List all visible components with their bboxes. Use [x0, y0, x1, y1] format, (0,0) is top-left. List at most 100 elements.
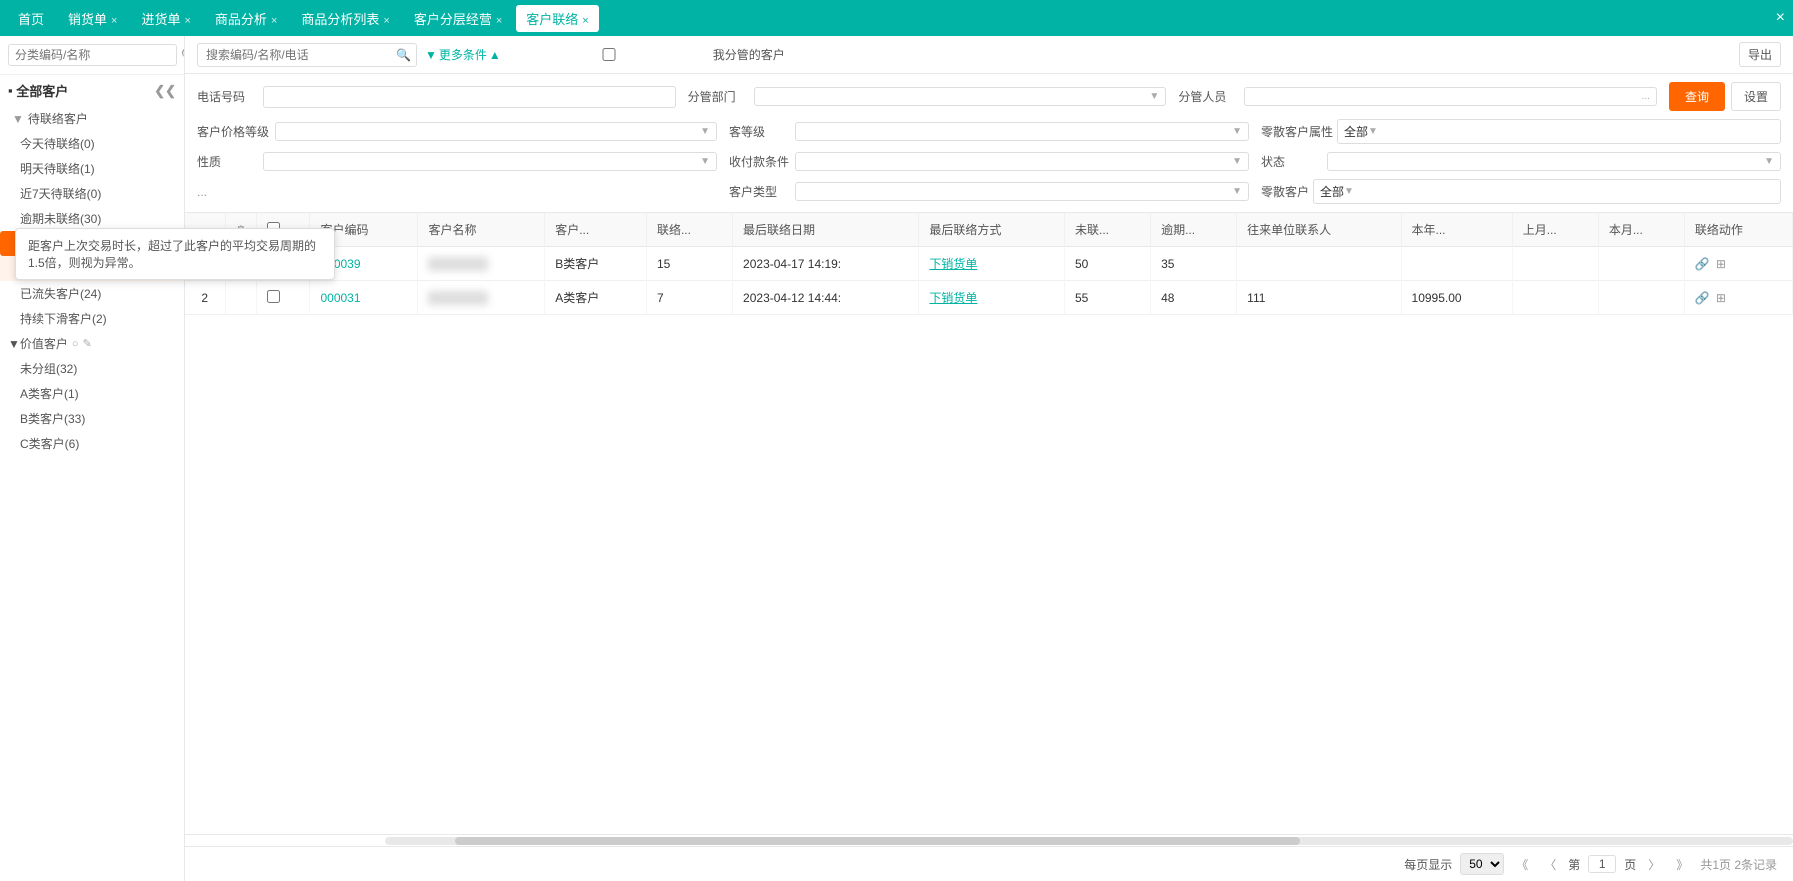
sidebar-item-today[interactable]: 今天待联络(0) [0, 131, 184, 156]
gender-select[interactable]: ▼ [263, 152, 717, 171]
row-last-method[interactable]: 下销货单 [919, 247, 1065, 281]
all-customers-header[interactable]: ▪ 全部客户 ❮❮ [0, 75, 184, 106]
row-actions[interactable]: 🔗 ⊞ [1684, 247, 1792, 281]
col-last-month-header[interactable]: 上月... [1512, 213, 1598, 247]
filter-more-btn-field: ... [197, 185, 717, 199]
last-page-btn[interactable]: 》 [1672, 855, 1692, 874]
phone-input[interactable] [263, 86, 676, 108]
nav-home[interactable]: 首页 [8, 5, 54, 32]
col-name-header[interactable]: 客户名称 [418, 213, 545, 247]
action-link-icon[interactable]: 🔗 [1695, 257, 1710, 271]
col-uncontacted-header[interactable]: 未联... [1064, 213, 1150, 247]
sidebar-item-declining[interactable]: 持续下滑客户(2) [0, 306, 184, 331]
value-group-settings-icon[interactable]: ✎ [83, 337, 92, 350]
status-label: 状态 [1261, 153, 1321, 170]
row-uncontacted: 55 [1064, 281, 1150, 315]
close-customer-contact[interactable]: × [582, 15, 588, 27]
nav-sales-order[interactable]: 销货单× [58, 5, 127, 32]
page-number[interactable]: 1 [1588, 855, 1616, 873]
filter-more-conditions[interactable]: ▼ 更多条件 ▲ [425, 46, 501, 63]
sidebar-item-a-class[interactable]: A类客户(1) [0, 381, 184, 406]
sidebar-item-c-class[interactable]: C类客户(6) [0, 431, 184, 456]
customer-type-chevron: ▼ [1232, 186, 1242, 197]
filter-my-customer[interactable]: 我分管的客户 [509, 46, 785, 63]
collapse-sidebar-icon[interactable]: ❮❮ [154, 83, 176, 99]
sidebar-search-input[interactable] [8, 44, 177, 66]
first-page-btn[interactable]: 《 [1512, 855, 1532, 874]
row-last-month [1512, 247, 1598, 281]
value-group-header[interactable]: ▼ 价值客户 ○ ✎ [0, 331, 184, 356]
row-last-date: 2023-04-12 14:44: [733, 281, 919, 315]
nav-product-analysis[interactable]: 商品分析× [205, 5, 287, 32]
sidebar-item-lost[interactable]: 已流失客户(24) [0, 281, 184, 306]
col-last-date-header[interactable]: 最后联络日期 [733, 213, 919, 247]
row-overdue: 35 [1151, 247, 1237, 281]
sidebar-item-7days[interactable]: 近7天待联络(0) [0, 181, 184, 206]
payment-select[interactable]: ▼ [795, 152, 1249, 171]
my-customer-checkbox[interactable] [509, 48, 709, 61]
per-page-label: 每页显示 [1404, 856, 1452, 873]
col-last-method-header[interactable]: 最后联络方式 [919, 213, 1065, 247]
action-link-icon[interactable]: 🔗 [1695, 291, 1710, 305]
setting-button[interactable]: 设置 [1731, 82, 1781, 111]
query-button[interactable]: 查询 [1669, 82, 1725, 111]
search-submit-icon[interactable]: 🔍 [396, 48, 411, 62]
row-code[interactable]: 000031 [310, 281, 418, 315]
col-this-month-header[interactable]: 本月... [1598, 213, 1684, 247]
row-name[interactable]: ████ [418, 247, 545, 281]
prev-page-btn[interactable]: 〈 [1540, 855, 1560, 874]
next-page-btn[interactable]: 〉 [1644, 855, 1664, 874]
price-level-select[interactable]: ▼ [275, 122, 717, 141]
zero-attr-select[interactable]: 全部 ▼ [1337, 119, 1781, 144]
col-action-header[interactable]: 联络动作 [1684, 213, 1792, 247]
manager-select[interactable]: ... [1244, 87, 1657, 106]
dept-select[interactable]: ▼ [754, 87, 1167, 106]
row-checkbox[interactable] [267, 290, 280, 303]
col-overdue-header[interactable]: 逾期... [1151, 213, 1237, 247]
col-contact-header[interactable]: 联络... [646, 213, 732, 247]
horizontal-scrollbar[interactable] [185, 834, 1793, 846]
nav-customer-tier[interactable]: 客户分层经营× [404, 5, 512, 32]
row-actions[interactable]: 🔗 ⊞ [1684, 281, 1792, 315]
col-company-contact-header[interactable]: 往来单位联系人 [1237, 213, 1401, 247]
page-unit: 页 [1624, 856, 1636, 873]
pending-contact-group[interactable]: ▼ 待联络客户 [0, 106, 184, 131]
col-this-year-header[interactable]: 本年... [1401, 213, 1512, 247]
zero-attr-label: 零散客户属性 [1261, 123, 1333, 140]
filter-zero-customer-field: 零散客户 全部 ▼ [1261, 179, 1781, 204]
nav-purchase-order[interactable]: 进货单× [131, 5, 200, 32]
close-product-analysis-list[interactable]: × [383, 15, 389, 27]
customer-level-select[interactable]: ▼ [795, 122, 1249, 141]
more-btn[interactable]: ... [197, 185, 207, 199]
row-overdue: 48 [1151, 281, 1237, 315]
payment-label: 收付款条件 [729, 153, 789, 170]
close-product-analysis[interactable]: × [271, 15, 277, 27]
per-page-select[interactable]: 50 [1460, 853, 1504, 875]
nav-customer-contact[interactable]: 客户联络× [516, 5, 598, 32]
export-button[interactable]: 导出 [1739, 42, 1781, 67]
row-checkbox-cell[interactable] [257, 281, 310, 315]
action-grid-icon[interactable]: ⊞ [1716, 291, 1726, 305]
search-input[interactable] [197, 43, 417, 67]
price-level-label: 客户价格等级 [197, 123, 269, 140]
close-all-tabs[interactable]: × [1776, 9, 1785, 27]
close-purchase-order[interactable]: × [184, 15, 190, 27]
action-grid-icon[interactable]: ⊞ [1716, 257, 1726, 271]
sidebar-item-b-class[interactable]: B类客户(33) [0, 406, 184, 431]
scrollbar-thumb[interactable] [455, 837, 1300, 845]
zero-customer-select[interactable]: 全部 ▼ [1313, 179, 1781, 204]
zero-customer-value: 全部 [1320, 183, 1344, 200]
sidebar-item-tomorrow[interactable]: 明天待联络(1) [0, 156, 184, 181]
close-sales-order[interactable]: × [111, 15, 117, 27]
nav-product-analysis-list[interactable]: 商品分析列表× [291, 5, 399, 32]
zero-attr-value: 全部 [1344, 123, 1368, 140]
value-group-edit-icon[interactable]: ○ [72, 338, 79, 350]
col-type-header[interactable]: 客户... [545, 213, 647, 247]
sidebar-item-unclassified[interactable]: 未分组(32) [0, 356, 184, 381]
row-name[interactable]: ████ [418, 281, 545, 315]
row-last-method[interactable]: 下销货单 [919, 281, 1065, 315]
close-customer-tier[interactable]: × [496, 15, 502, 27]
customer-type-select[interactable]: ▼ [795, 182, 1249, 201]
status-select[interactable]: ▼ [1327, 152, 1781, 171]
advanced-filter: 电话号码 分管部门 ▼ 分管人员 ... [185, 74, 1793, 213]
